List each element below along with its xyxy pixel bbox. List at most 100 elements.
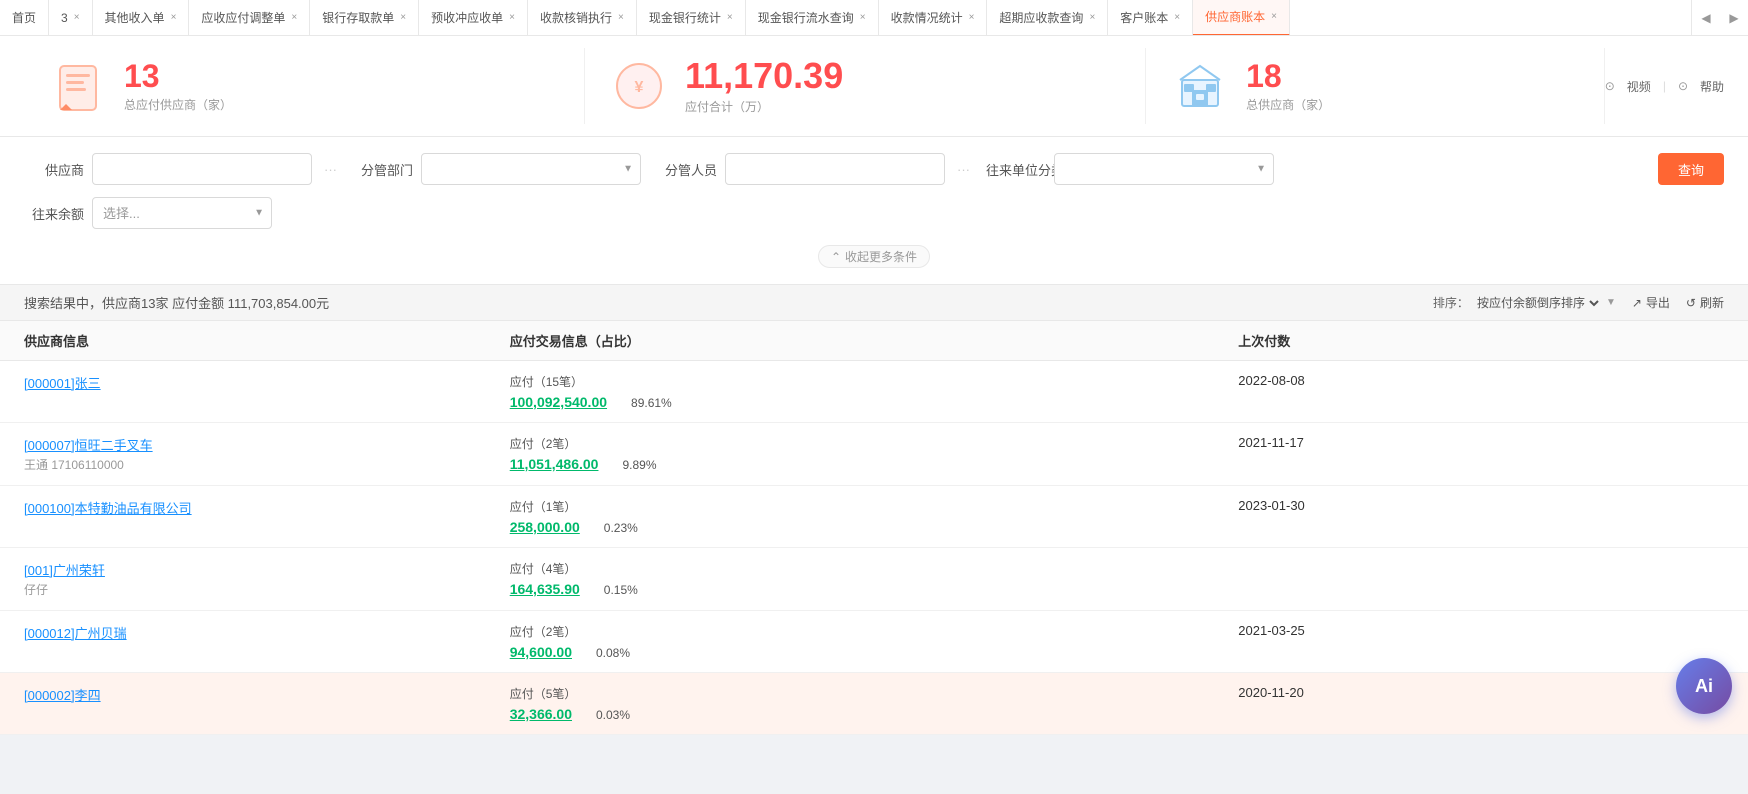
close-icon[interactable]: ×	[860, 12, 866, 23]
ai-label: Ai	[1695, 676, 1713, 697]
summary-right-actions: ⊙ 视频 | ⊙ 帮助	[1605, 78, 1724, 95]
nav-tab-prepaid-label: 预收冲应收单	[431, 9, 503, 26]
transaction-pct: 0.08%	[596, 646, 630, 660]
supplier-name-link[interactable]: [000100]本特勤油品有限公司	[24, 498, 510, 517]
table-row: [000007]恒旺二手叉车 王通 17106110000 应付（2笔） 11,…	[0, 423, 1748, 486]
table-area: 供应商信息 应付交易信息（占比） 上次付数 [000001]张三 应付（15笔）…	[0, 321, 1748, 735]
nav-tab-collection-stat[interactable]: 收款情况统计 ×	[879, 0, 988, 36]
nav-tab-home-label: 首页	[12, 9, 36, 26]
nav-tab-cash-bank-stat[interactable]: 现金银行统计 ×	[637, 0, 746, 36]
nav-tab-collection[interactable]: 收款核销执行 ×	[528, 0, 637, 36]
close-icon[interactable]: ×	[969, 12, 975, 23]
supplier-name-link[interactable]: [000002]李四	[24, 685, 510, 704]
transaction-amount[interactable]: 100,092,540.00	[510, 394, 607, 410]
collapse-button[interactable]: ⌃ 收起更多条件	[818, 245, 930, 268]
transaction-label: 应付（15笔）	[510, 373, 1239, 390]
last-payment-cell: 2021-11-17	[1238, 435, 1724, 450]
balance-filter-label: 往来余额	[24, 204, 84, 223]
ai-assistant-button[interactable]: Ai	[1676, 658, 1732, 714]
close-icon[interactable]: ×	[171, 12, 177, 23]
close-icon[interactable]: ×	[509, 12, 515, 23]
svg-text:¥: ¥	[635, 79, 644, 96]
refresh-button[interactable]: ↺ 刷新	[1686, 294, 1724, 311]
transaction-cell: 应付（1笔） 258,000.00 0.23%	[510, 498, 1239, 535]
close-icon[interactable]: ×	[727, 12, 733, 23]
balance-select[interactable]: 选择...	[92, 197, 272, 229]
category-select[interactable]	[1054, 153, 1274, 185]
nav-tab-other-income[interactable]: 其他收入单 ×	[93, 0, 190, 36]
nav-tab-bank-deposit-label: 银行存取款单	[322, 9, 394, 26]
transaction-row: 94,600.00 0.08%	[510, 642, 1239, 660]
transaction-amount[interactable]: 94,600.00	[510, 644, 572, 660]
transaction-amount[interactable]: 164,635.90	[510, 581, 580, 597]
video-link[interactable]: 视频	[1627, 78, 1651, 95]
table-header: 供应商信息 应付交易信息（占比） 上次付数	[0, 321, 1748, 361]
transaction-label: 应付（2笔）	[510, 435, 1239, 452]
collapse-label: 收起更多条件	[845, 248, 917, 265]
filter-area: 供应商 ··· 分管部门 ▼ 分管人员 ··· 往来单位分类	[0, 137, 1748, 285]
last-payment-cell: 2021-03-25	[1238, 623, 1724, 638]
nav-tab-3-label: 3	[61, 11, 68, 25]
nav-tab-ar-adjust[interactable]: 应收应付调整单 ×	[189, 0, 310, 36]
header-tx-info: 应付交易信息（占比）	[510, 331, 1239, 350]
person-input[interactable]	[725, 153, 945, 185]
nav-tab-prepaid[interactable]: 预收冲应收单 ×	[419, 0, 528, 36]
sort-wrapper: 排序： 按应付余额倒序排序 ▼	[1433, 294, 1616, 311]
nav-prev-button[interactable]: ◀	[1692, 0, 1720, 36]
close-icon[interactable]: ×	[1174, 12, 1180, 23]
nav-tab-supplier-account[interactable]: 供应商账本 ×	[1193, 0, 1290, 36]
chevron-down-icon: ▼	[1606, 297, 1616, 308]
close-icon[interactable]: ×	[291, 12, 297, 23]
supplier-name-link[interactable]: [000001]张三	[24, 373, 510, 392]
nav-tab-cash-bank-flow[interactable]: 现金银行流水查询 ×	[746, 0, 879, 36]
supplier-filter: 供应商 ···	[24, 153, 337, 185]
close-icon[interactable]: ×	[618, 12, 624, 23]
filter-row-1: 供应商 ··· 分管部门 ▼ 分管人员 ··· 往来单位分类	[24, 153, 1724, 185]
nav-tab-overdue[interactable]: 超期应收款查询 ×	[987, 0, 1108, 36]
supplier-name-link[interactable]: [001]广州荣轩	[24, 560, 510, 579]
summary-payable-suppliers-text: 13 总应付供应商（家）	[124, 60, 232, 113]
person-dots-icon[interactable]: ···	[957, 162, 970, 177]
results-actions: 排序： 按应付余额倒序排序 ▼ ↗ 导出 ↺ 刷新	[1433, 294, 1724, 311]
nav-tab-bank-deposit[interactable]: 银行存取款单 ×	[310, 0, 419, 36]
nav-next-button[interactable]: ▶	[1720, 0, 1748, 36]
results-bar: 搜索结果中，供应商13家 应付金额 111,703,854.00元 排序： 按应…	[0, 285, 1748, 321]
transaction-pct: 89.61%	[631, 396, 672, 410]
nav-tab-home[interactable]: 首页	[0, 0, 49, 36]
transaction-amount[interactable]: 11,051,486.00	[510, 456, 599, 472]
results-summary: 搜索结果中，供应商13家 应付金额 111,703,854.00元	[24, 293, 329, 312]
transaction-amount[interactable]: 32,366.00	[510, 706, 572, 722]
supplier-filter-label: 供应商	[24, 160, 84, 179]
help-link[interactable]: 帮助	[1700, 78, 1724, 95]
close-icon[interactable]: ×	[1271, 11, 1277, 22]
nav-tab-customer-account[interactable]: 客户账本 ×	[1108, 0, 1193, 36]
supplier-name-link[interactable]: [000007]恒旺二手叉车	[24, 435, 510, 454]
nav-tab-collection-stat-label: 收款情况统计	[891, 9, 963, 26]
transaction-pct: 9.89%	[622, 458, 656, 472]
supplier-info-cell: [000012]广州贝瑞	[24, 623, 510, 642]
transaction-pct: 0.23%	[604, 521, 638, 535]
search-button[interactable]: 查询	[1658, 153, 1724, 185]
nav-tab-3[interactable]: 3 ×	[49, 0, 93, 36]
nav-tab-other-income-label: 其他收入单	[105, 9, 165, 26]
sort-select[interactable]: 按应付余额倒序排序	[1473, 295, 1602, 311]
sort-label: 排序：	[1433, 294, 1469, 311]
close-icon[interactable]: ×	[74, 12, 80, 23]
dept-select[interactable]	[421, 153, 641, 185]
chevron-up-icon: ⌃	[831, 250, 841, 264]
supplier-input[interactable]	[92, 153, 312, 185]
transaction-cell: 应付（2笔） 11,051,486.00 9.89%	[510, 435, 1239, 472]
category-filter-label: 往来单位分类	[986, 160, 1046, 179]
supplier-dots-icon[interactable]: ···	[324, 162, 337, 177]
supplier-name-link[interactable]: [000012]广州贝瑞	[24, 623, 510, 642]
transaction-row: 100,092,540.00 89.61%	[510, 392, 1239, 410]
close-icon[interactable]: ×	[400, 12, 406, 23]
close-icon[interactable]: ×	[1089, 12, 1095, 23]
summary-total-suppliers: 18 总供应商（家）	[1146, 48, 1605, 124]
coin-icon: ¥	[609, 56, 669, 116]
transaction-label: 应付（5笔）	[510, 685, 1239, 702]
table-row: [001]广州荣轩 仔仔 应付（4笔） 164,635.90 0.15%	[0, 548, 1748, 611]
transaction-amount[interactable]: 258,000.00	[510, 519, 580, 535]
export-button[interactable]: ↗ 导出	[1632, 294, 1670, 311]
last-payment-cell: 2020-11-20	[1238, 685, 1724, 700]
